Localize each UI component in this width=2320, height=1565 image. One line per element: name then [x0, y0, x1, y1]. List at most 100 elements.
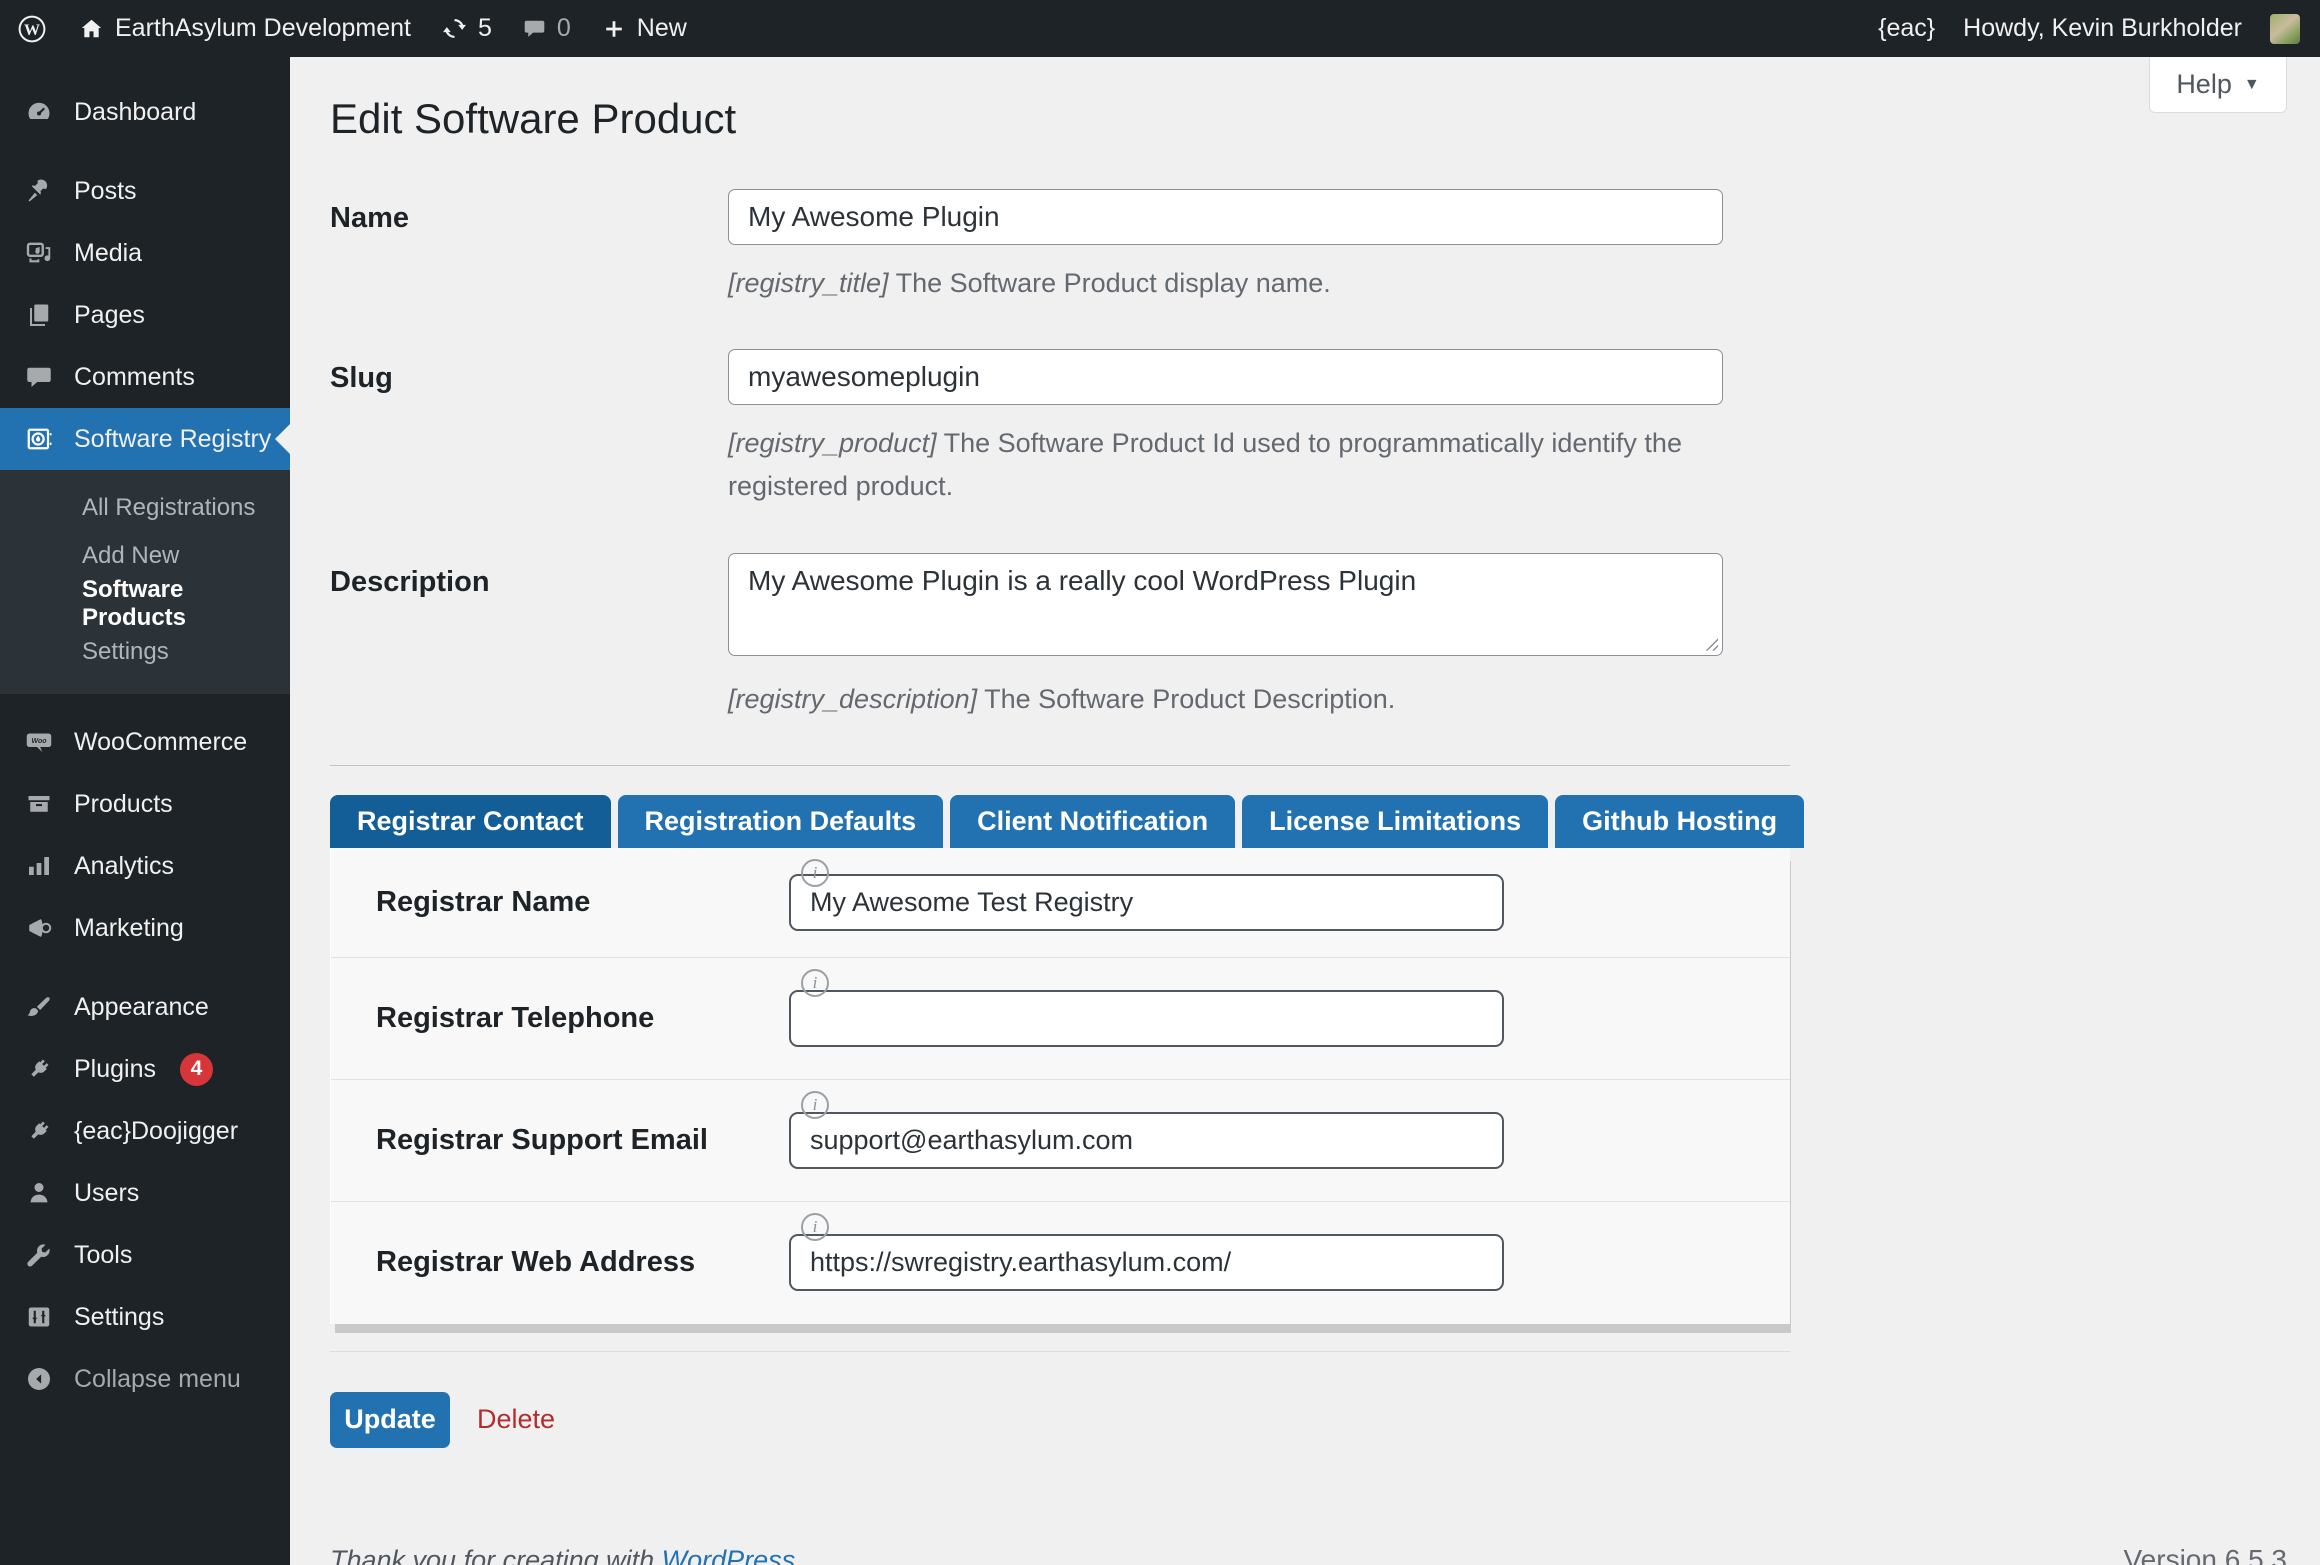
info-icon[interactable]: i	[801, 858, 829, 887]
wordpress-logo-icon[interactable]: W	[16, 13, 48, 45]
sidebar-item-label: Plugins	[74, 1054, 156, 1083]
sidebar-item-appearance[interactable]: Appearance	[0, 976, 290, 1038]
registrar-web-address-input[interactable]	[789, 1234, 1504, 1292]
sidebar-item-collapse-menu[interactable]: Collapse menu	[0, 1348, 290, 1410]
name-input[interactable]	[728, 189, 1723, 245]
name-helper: [registry_title] The Software Product di…	[728, 262, 1708, 305]
sidebar-item-software-registry[interactable]: Software Registry	[0, 408, 290, 470]
info-icon[interactable]: i	[801, 1090, 829, 1119]
slug-input[interactable]	[728, 349, 1723, 406]
sidebar-item-comments[interactable]: Comments	[0, 346, 290, 408]
media-icon	[22, 236, 56, 270]
sidebar-item-label: Pages	[74, 300, 145, 329]
shortcode-label: [registry_product]	[728, 428, 937, 459]
registrar-telephone-row: Registrar Telephone i	[331, 958, 1790, 1080]
howdy-menu[interactable]: Howdy, Kevin Burkholder	[1963, 14, 2242, 43]
sidebar-item-label: Users	[74, 1178, 140, 1207]
product-form: Name [registry_title] The Software Produ…	[330, 189, 2287, 721]
user-avatar[interactable]	[2270, 13, 2300, 44]
sidebar-item-posts[interactable]: Posts	[0, 160, 290, 222]
version-text: Version 6.5.3	[2123, 1543, 2287, 1565]
registrar-support-email-input[interactable]	[789, 1111, 1504, 1169]
pushpin-icon	[22, 174, 56, 208]
sidebar-item-marketing[interactable]: Marketing	[0, 897, 290, 959]
sidebar-item-analytics[interactable]: Analytics	[0, 835, 290, 897]
sidebar-item-settings[interactable]: Settings	[0, 1286, 290, 1348]
submenu-item-add-new[interactable]: Add New	[0, 532, 290, 580]
sidebar-item-label: {eac}Doojigger	[74, 1116, 239, 1145]
settings-tabs: Registrar Contact Registration Defaults …	[330, 794, 1805, 848]
info-icon[interactable]: i	[801, 968, 829, 997]
helper-text: The Software Product Description.	[977, 683, 1396, 714]
products-box-icon	[22, 787, 56, 821]
sidebar-item-label: Posts	[74, 176, 137, 205]
registrar-support-email-row: Registrar Support Email i	[331, 1080, 1790, 1202]
description-label: Description	[330, 565, 490, 598]
help-button[interactable]: Help ▼	[2149, 57, 2287, 113]
description-field-row: Description My Awesome Plugin is a reall…	[330, 552, 2287, 721]
shortcode-label: [registry_title]	[728, 268, 889, 298]
sidebar-item-products[interactable]: Products	[0, 773, 290, 835]
megaphone-icon	[22, 911, 56, 945]
sidebar-item-label: Analytics	[74, 851, 175, 880]
plugin-icon	[22, 1114, 56, 1148]
dashboard-icon	[22, 95, 56, 129]
plus-icon	[605, 20, 622, 37]
sidebar-item-users[interactable]: Users	[0, 1162, 290, 1224]
name-field-row: Name [registry_title] The Software Produ…	[330, 189, 2287, 305]
admin-bar: W EarthAsylum Development 5 0 New {eac} …	[0, 0, 2320, 57]
sidebar-item-dashboard[interactable]: Dashboard	[0, 81, 290, 143]
form-actions: Update Delete	[330, 1391, 2287, 1448]
registrar-telephone-input[interactable]	[789, 989, 1504, 1047]
sidebar-item-label: Products	[74, 789, 173, 818]
submenu-item-software-products[interactable]: Software Products	[0, 576, 290, 631]
submenu-item-all-registrations[interactable]: All Registrations	[0, 484, 290, 532]
tab-license-limitations[interactable]: License Limitations	[1242, 794, 1549, 848]
registrar-name-row: Registrar Name i	[331, 848, 1790, 958]
registrar-name-label: Registrar Name	[376, 885, 591, 918]
delete-link[interactable]: Delete	[477, 1404, 555, 1435]
registrar-name-input[interactable]	[789, 873, 1504, 931]
new-label: New	[636, 14, 687, 42]
update-button[interactable]: Update	[330, 1391, 450, 1448]
svg-text:Woo: Woo	[31, 738, 47, 745]
tab-github-hosting[interactable]: Github Hosting	[1555, 794, 1805, 848]
description-textarea[interactable]: My Awesome Plugin is a really cool WordP…	[728, 552, 1723, 656]
tab-registration-defaults[interactable]: Registration Defaults	[617, 794, 944, 848]
wordpress-link[interactable]: WordPress	[662, 1545, 796, 1565]
main-content: Help ▼ Edit Software Product Name [regis…	[290, 57, 2320, 1565]
info-icon[interactable]: i	[801, 1212, 829, 1241]
comment-bubble-icon	[524, 20, 545, 37]
footer-thanks: Thank you for creating with WordPress.	[330, 1545, 803, 1565]
sidebar-item-label: Collapse menu	[74, 1364, 241, 1393]
slug-helper: [registry_product] The Software Product …	[728, 422, 1708, 508]
sidebar-item-tools[interactable]: Tools	[0, 1224, 290, 1286]
paintbrush-icon	[22, 990, 56, 1024]
submit-divider	[330, 1350, 1790, 1352]
menu-separator	[0, 959, 290, 976]
plugins-update-badge: 4	[180, 1052, 213, 1086]
submenu-item-settings[interactable]: Settings	[0, 628, 290, 676]
new-menu[interactable]: New	[601, 14, 687, 43]
sidebar-item-label: Comments	[74, 362, 195, 391]
site-name-link[interactable]: EarthAsylum Development	[78, 14, 411, 43]
sidebar-item-woocommerce[interactable]: Woo WooCommerce	[0, 711, 290, 773]
sidebar-item-eac-doojigger[interactable]: {eac}Doojigger	[0, 1100, 290, 1162]
pages-icon	[22, 298, 56, 332]
sliders-icon	[22, 1300, 56, 1334]
sidebar-item-pages[interactable]: Pages	[0, 284, 290, 346]
sidebar-item-plugins[interactable]: Plugins 4	[0, 1038, 290, 1100]
comment-count: 0	[556, 14, 571, 42]
updates-link[interactable]: 5	[441, 14, 492, 43]
name-label: Name	[330, 202, 409, 234]
plugin-icon	[22, 1052, 56, 1086]
tab-client-notification[interactable]: Client Notification	[950, 794, 1236, 848]
sidebar-item-media[interactable]: Media	[0, 222, 290, 284]
sidebar-item-label: WooCommerce	[74, 727, 248, 756]
admin-sidebar: Dashboard Posts Media Pages Comments Sof…	[0, 57, 290, 1565]
comment-bubble-icon	[22, 360, 56, 394]
home-icon	[81, 19, 102, 38]
eac-menu[interactable]: {eac}	[1878, 14, 1935, 43]
tab-registrar-contact[interactable]: Registrar Contact	[330, 794, 611, 848]
comments-link[interactable]: 0	[522, 14, 571, 43]
